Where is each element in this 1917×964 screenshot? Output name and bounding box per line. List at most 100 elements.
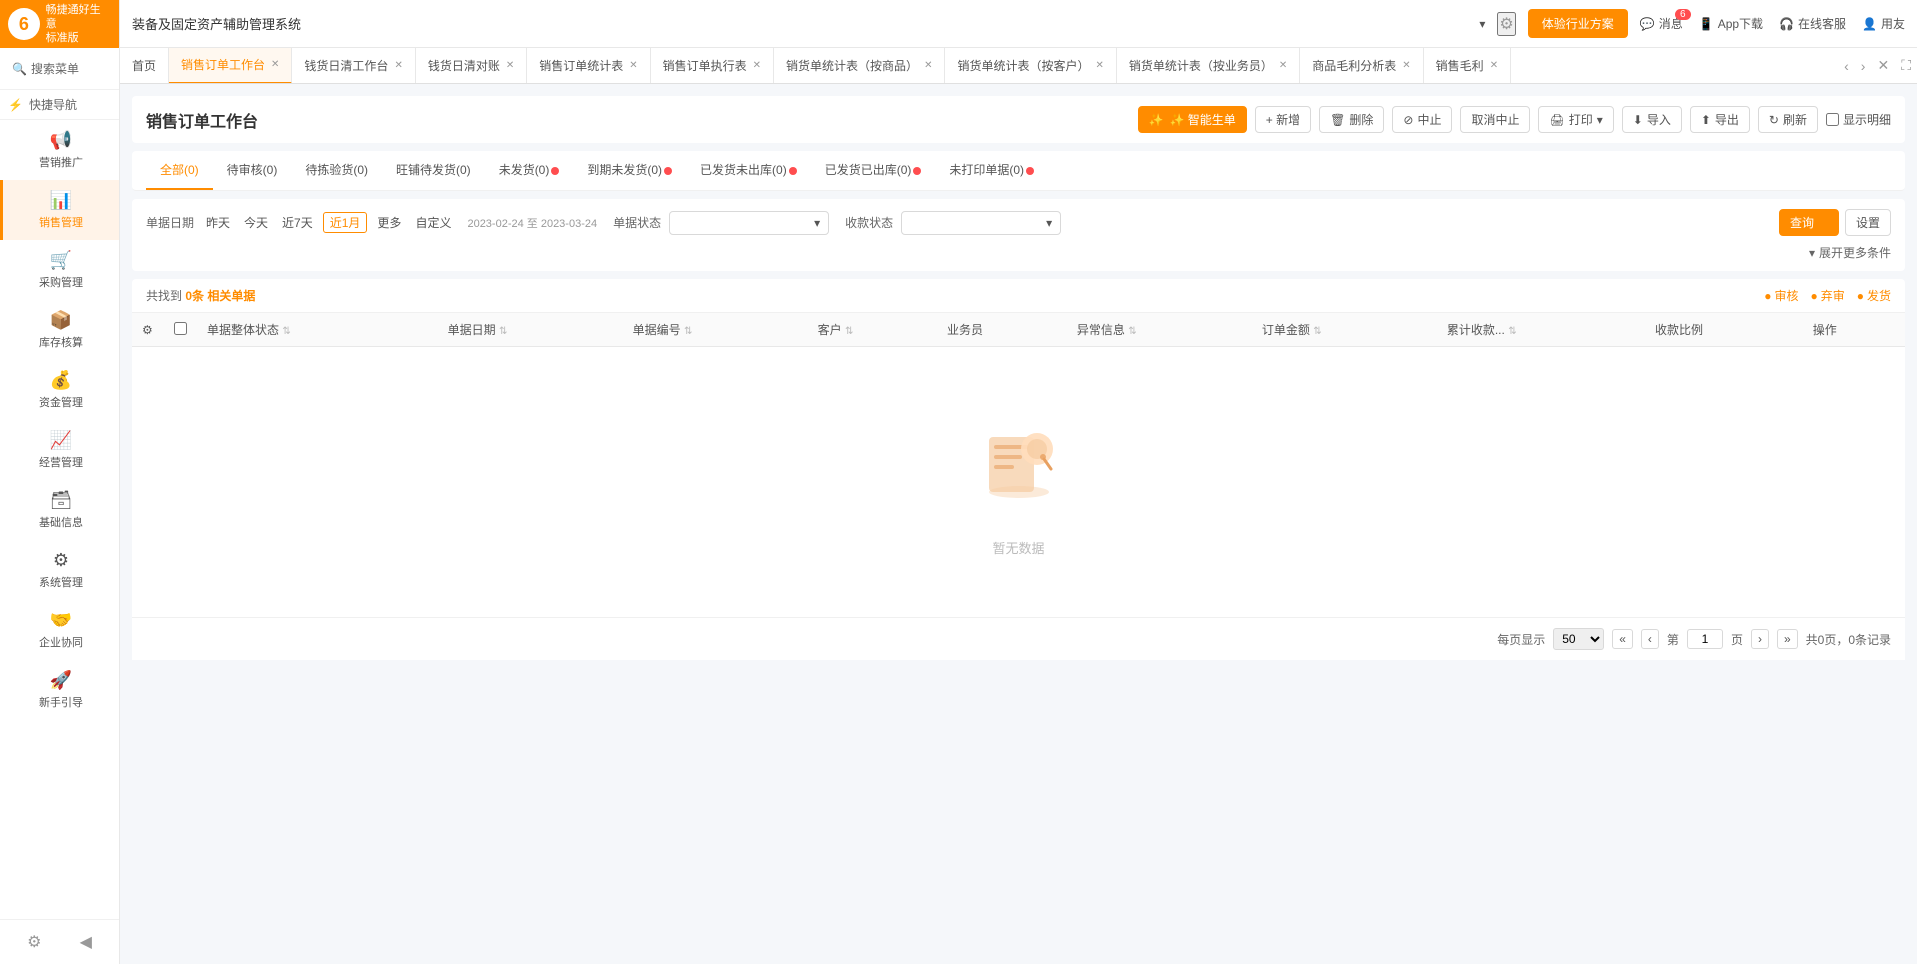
sub-tab-shipped-not-out[interactable]: 已发货未出库(0) (686, 151, 811, 190)
sales-label: 销售管理 (39, 214, 83, 230)
add-button[interactable]: + 新增 (1255, 106, 1311, 133)
date-option-近1月[interactable]: 近1月 (323, 212, 368, 233)
sub-tab-not-printed[interactable]: 未打印单据(0) (935, 151, 1048, 190)
uncheck-action-button[interactable]: ● 弃审 (1810, 287, 1844, 304)
sidebar-item-operations[interactable]: 📈 经营管理 (0, 420, 119, 480)
tab-close-all-button[interactable]: ✕ (1871, 53, 1895, 78)
sub-tab-expired-not-shipped[interactable]: 到期未发货(0) (573, 151, 686, 190)
table-scroll-container[interactable]: ⚙ 单据整体状态 ⇅ 单据日期 ⇅ 单据编号 (132, 313, 1905, 617)
sub-tab-wangpu-pending[interactable]: 旺铺待发货(0) (382, 151, 485, 190)
refresh-button[interactable]: ↻ 刷新 (1758, 106, 1818, 133)
tab-fullscreen-button[interactable]: ⛶ (1895, 53, 1917, 78)
tab-sales-more[interactable]: 销售毛利✕ (1424, 48, 1511, 84)
tab-close-sales-summary-customer[interactable]: ✕ (1095, 60, 1103, 71)
app-download-button[interactable]: 📱 App下载 (1699, 15, 1763, 32)
settings-button[interactable]: ⚙ (23, 928, 45, 956)
th-settings[interactable]: ⚙ (132, 313, 164, 347)
tab-label-sales-exec: 销售订单执行表 (663, 57, 747, 74)
sidebar-item-marketing[interactable]: 📢 营销推广 (0, 120, 119, 180)
user-menu-button[interactable]: 👤 用友 (1862, 15, 1905, 32)
sidebar-item-basic[interactable]: 🗃 基础信息 (0, 480, 119, 540)
date-option-自定义[interactable]: 自定义 (411, 212, 455, 233)
delete-icon: 🗑 (1330, 113, 1345, 127)
sidebar-item-enterprise[interactable]: 🤝 企业协同 (0, 600, 119, 660)
date-option-昨天[interactable]: 昨天 (202, 212, 234, 233)
sub-tab-pending-review[interactable]: 待审核(0) (213, 151, 292, 190)
tab-sales-stats[interactable]: 销售订单统计表✕ (527, 48, 650, 84)
tab-cash-reconcile[interactable]: 钱货日清对账✕ (416, 48, 527, 84)
system-dropdown[interactable]: ▾ (1479, 17, 1485, 31)
sub-tab-bar: 全部(0)待审核(0)待拣验货(0)旺铺待发货(0)未发货(0)到期未发货(0)… (132, 151, 1905, 191)
tab-close-sales-exec[interactable]: ✕ (753, 60, 761, 71)
payment-filter-select[interactable]: ▾ (901, 211, 1061, 235)
show-detail-label[interactable]: 显示明细 (1826, 111, 1891, 128)
print-button[interactable]: 🖨 打印 ▾ (1538, 106, 1613, 133)
sidebar-item-finance[interactable]: 💰 资金管理 (0, 360, 119, 420)
show-detail-checkbox[interactable] (1826, 113, 1839, 126)
tab-gross-profit[interactable]: 商品毛利分析表✕ (1300, 48, 1423, 84)
sub-tab-shipped-out[interactable]: 已发货已出库(0) (811, 151, 936, 190)
tab-cash-daily[interactable]: 钱货日清工作台✕ (292, 48, 415, 84)
import-button[interactable]: ⬇ 导入 (1622, 106, 1682, 133)
query-button[interactable]: 查询 (1779, 209, 1839, 236)
tab-next-button[interactable]: › (1855, 54, 1872, 78)
topbar-settings-button[interactable]: ⚙ (1497, 12, 1515, 36)
dot-indicator (664, 167, 672, 175)
empty-icon (969, 407, 1069, 526)
tab-close-sales-workbench[interactable]: ✕ (271, 59, 279, 70)
tab-close-gross-profit[interactable]: ✕ (1402, 60, 1410, 71)
tab-sales-summary-staff[interactable]: 销货单统计表（按业务员）✕ (1117, 48, 1300, 84)
status-filter-select[interactable]: ▾ (669, 211, 829, 235)
tab-sales-summary-product[interactable]: 销货单统计表（按商品）✕ (774, 48, 945, 84)
dot-indicator (1026, 167, 1034, 175)
th-checkbox[interactable] (164, 313, 197, 347)
tab-close-sales-summary-product[interactable]: ✕ (924, 60, 932, 71)
filter-settings-button[interactable]: 设置 (1845, 209, 1891, 236)
page-input[interactable] (1687, 629, 1723, 649)
sidebar-item-sales[interactable]: 📊 销售管理 (0, 180, 119, 240)
tab-close-cash-reconcile[interactable]: ✕ (506, 60, 514, 71)
online-service-button[interactable]: 🎧 在线客服 (1779, 15, 1846, 32)
sidebar-item-inventory[interactable]: 📦 库存核算 (0, 300, 119, 360)
review-action-button[interactable]: ● 审核 (1764, 287, 1798, 304)
expand-filter-button[interactable]: ▾ 展开更多条件 (1809, 244, 1891, 261)
export-button[interactable]: ⬆ 导出 (1690, 106, 1750, 133)
tab-close-sales-more[interactable]: ✕ (1490, 60, 1498, 71)
date-option-近7天[interactable]: 近7天 (278, 212, 317, 233)
page-label-end: 页 (1731, 631, 1743, 648)
stop-button[interactable]: ⊘ 中止 (1392, 106, 1452, 133)
sub-tab-pending-inspect[interactable]: 待拣验货(0) (291, 151, 382, 190)
first-page-button[interactable]: « (1612, 629, 1633, 649)
date-option-今天[interactable]: 今天 (240, 212, 272, 233)
tab-close-sales-stats[interactable]: ✕ (629, 60, 637, 71)
delete-button[interactable]: 🗑 删除 (1319, 106, 1384, 133)
tab-sales-workbench[interactable]: 销售订单工作台✕ (169, 48, 292, 84)
search-menu-button[interactable]: 🔍 搜索菜单 (8, 56, 111, 81)
date-option-更多[interactable]: 更多 (373, 212, 405, 233)
tab-sales-summary-customer[interactable]: 销货单统计表（按客户）✕ (945, 48, 1116, 84)
page-label: 第 (1667, 631, 1679, 648)
sidebar-item-guide[interactable]: 🚀 新手引导 (0, 660, 119, 720)
tab-close-sales-summary-staff[interactable]: ✕ (1279, 60, 1287, 71)
sidebar-item-purchase[interactable]: 🛒 采购管理 (0, 240, 119, 300)
sub-tab-not-shipped[interactable]: 未发货(0) (485, 151, 574, 190)
ship-action-button[interactable]: ● 发货 (1857, 287, 1891, 304)
next-page-button[interactable]: › (1751, 629, 1769, 649)
cta-button[interactable]: 体验行业方案 (1528, 9, 1628, 38)
cancel-stop-button[interactable]: 取消中止 (1460, 106, 1530, 133)
sidebar-item-system[interactable]: ⚙ 系统管理 (0, 540, 119, 600)
collapse-button[interactable]: ◀ (76, 928, 96, 956)
last-page-button[interactable]: » (1777, 629, 1798, 649)
select-all-checkbox[interactable] (174, 322, 187, 335)
star-icon: ✨ (1149, 113, 1164, 127)
tab-home[interactable]: 首页 (120, 48, 169, 84)
messages-button[interactable]: 💬 消息 6 (1640, 15, 1683, 32)
tab-sales-exec[interactable]: 销售订单执行表 ✕ (651, 48, 774, 84)
tab-prev-button[interactable]: ‹ (1838, 54, 1855, 78)
smart-create-button[interactable]: ✨ ✨ 智能生单 (1138, 106, 1247, 133)
sub-tab-all[interactable]: 全部(0) (146, 151, 213, 190)
page-size-select[interactable]: 50 10 20 100 (1553, 628, 1604, 650)
prev-page-button[interactable]: ‹ (1641, 629, 1659, 649)
tab-close-cash-daily[interactable]: ✕ (394, 60, 402, 71)
quick-nav-item[interactable]: ⚡ 快捷导航 (0, 90, 119, 120)
